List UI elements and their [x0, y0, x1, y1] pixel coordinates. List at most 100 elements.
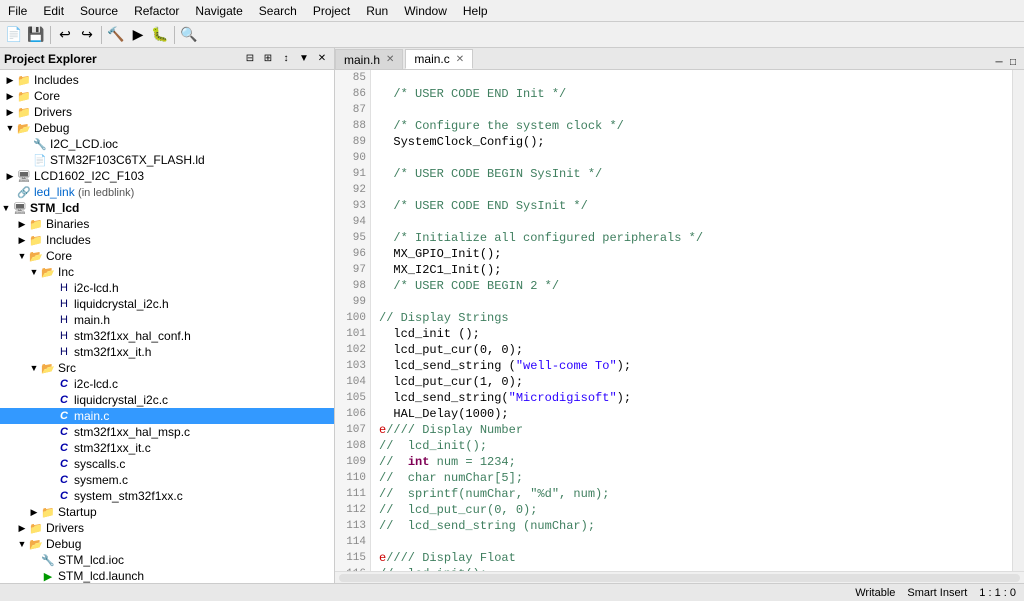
c-file-icon: C	[56, 473, 72, 487]
tab-main-c[interactable]: main.c ✕	[405, 49, 473, 69]
pe-sync-btn[interactable]: ↕	[278, 51, 294, 67]
tree-item-sysmem[interactable]: C sysmem.c	[0, 472, 334, 488]
search-toolbar-button[interactable]: 🔍	[179, 25, 199, 45]
folder-icon: 📁	[16, 89, 32, 103]
tab-maximize-btn[interactable]: □	[1006, 55, 1020, 69]
horizontal-scrollbar[interactable]	[339, 574, 1020, 582]
menu-project[interactable]: Project	[305, 2, 358, 20]
toggle-debug[interactable]: ▼	[4, 123, 16, 133]
tree-item-src[interactable]: ▼ 📂 Src	[0, 360, 334, 376]
code-content[interactable]: /* USER CODE END Init */ /* Configure th…	[371, 70, 1012, 571]
pe-collapse-btn[interactable]: ⊟	[242, 51, 258, 67]
menu-navigate[interactable]: Navigate	[187, 2, 250, 20]
menu-window[interactable]: Window	[396, 2, 455, 20]
tree-item-drivers2[interactable]: ▶ 📁 Drivers	[0, 520, 334, 536]
toggle-includes2[interactable]: ▶	[16, 235, 28, 246]
tree-label-system-stm: system_stm32f1xx.c	[74, 489, 183, 503]
c-file-icon: C	[56, 393, 72, 407]
toggle-inc[interactable]: ▼	[28, 267, 40, 277]
tree-item-i2c-lcd-c[interactable]: C i2c-lcd.c	[0, 376, 334, 392]
tree-item-stm32f1xx-it-h[interactable]: H stm32f1xx_it.h	[0, 344, 334, 360]
tree-item-binaries[interactable]: ▶ 📁 Binaries	[0, 216, 334, 232]
code-editor[interactable]: 8586878889 9091929394 9596979899 1001011…	[335, 70, 1024, 571]
tree-item-stm-lcd-launch[interactable]: ▶ STM_lcd.launch	[0, 568, 334, 583]
code-line-93: /* USER CODE END SysInit */	[379, 198, 1004, 214]
tree-item-main-c[interactable]: C main.c	[0, 408, 334, 424]
menu-refactor[interactable]: Refactor	[126, 2, 187, 20]
redo-button[interactable]: ↪	[77, 25, 97, 45]
tree-item-lcd1602[interactable]: ▶ 🖥 LCD1602_I2C_F103	[0, 168, 334, 184]
toggle-stm-lcd[interactable]: ▼	[0, 203, 12, 213]
save-button[interactable]: 💾	[26, 25, 46, 45]
toggle-lcd1602[interactable]: ▶	[4, 171, 16, 182]
code-line-112: // lcd_put_cur(0, 0);	[379, 502, 1004, 518]
tree-item-system-stm[interactable]: C system_stm32f1xx.c	[0, 488, 334, 504]
toggle-startup[interactable]: ▶	[28, 507, 40, 518]
code-line-110: // char numChar[5];	[379, 470, 1004, 486]
tab-main-c-close[interactable]: ✕	[456, 54, 464, 65]
tree-label-stm32f1xx-it-h: stm32f1xx_it.h	[74, 345, 151, 359]
toggle-drivers[interactable]: ▶	[4, 107, 16, 118]
file-icon: 🔧	[32, 137, 48, 151]
menu-help[interactable]: Help	[455, 2, 496, 20]
toggle-binaries[interactable]: ▶	[16, 219, 28, 230]
pe-menu-btn[interactable]: ▼	[296, 51, 312, 67]
toggle-drivers2[interactable]: ▶	[16, 523, 28, 534]
tree-item-syscalls[interactable]: C syscalls.c	[0, 456, 334, 472]
folder-open-icon: 📂	[28, 537, 44, 551]
menu-run[interactable]: Run	[358, 2, 396, 20]
tab-main-h[interactable]: main.h ✕	[335, 49, 403, 69]
tree-item-i2c-lcd-ioc[interactable]: 🔧 I2C_LCD.ioc	[0, 136, 334, 152]
tree-item-stm-lcd[interactable]: ▼ 🖥 STM_lcd	[0, 200, 334, 216]
pe-filter-btn[interactable]: ⊞	[260, 51, 276, 67]
tree-item-includes[interactable]: ▶ 📁 Includes	[0, 72, 334, 88]
toggle-src[interactable]: ▼	[28, 363, 40, 373]
tree-item-led-link[interactable]: 🔗 led_link (in ledblink)	[0, 184, 334, 200]
tree-item-stm32f1xx-it-c[interactable]: C stm32f1xx_it.c	[0, 440, 334, 456]
menu-search[interactable]: Search	[251, 2, 305, 20]
menu-file[interactable]: File	[0, 2, 35, 20]
build-button[interactable]: 🔨	[106, 25, 126, 45]
toggle-debug2[interactable]: ▼	[16, 539, 28, 549]
tree-item-stm-flash[interactable]: 📄 STM32F103C6TX_FLASH.ld	[0, 152, 334, 168]
tree-item-core-top[interactable]: ▶ 📁 Core	[0, 88, 334, 104]
tree-item-liquidcrystal-h[interactable]: H liquidcrystal_i2c.h	[0, 296, 334, 312]
undo-button[interactable]: ↩	[55, 25, 75, 45]
tree-label-stm-lcd-ioc: STM_lcd.ioc	[58, 553, 124, 567]
new-button[interactable]: 📄	[4, 25, 24, 45]
tree-item-drivers[interactable]: ▶ 📁 Drivers	[0, 104, 334, 120]
debug-button[interactable]: 🐛	[150, 25, 170, 45]
toggle-core[interactable]: ▼	[16, 251, 28, 261]
tree-item-includes2[interactable]: ▶ 📁 Includes	[0, 232, 334, 248]
header-file-icon: H	[56, 345, 72, 359]
pe-close-btn[interactable]: ✕	[314, 51, 330, 67]
tree-item-liquidcrystal-c[interactable]: C liquidcrystal_i2c.c	[0, 392, 334, 408]
tree-label-stm-lcd: STM_lcd	[30, 201, 79, 215]
tree-item-core[interactable]: ▼ 📂 Core	[0, 248, 334, 264]
folder-open-icon: 📂	[16, 121, 32, 135]
vertical-scrollbar[interactable]	[1012, 70, 1024, 571]
tree-item-debug[interactable]: ▼ 📂 Debug	[0, 120, 334, 136]
tree-item-main-h[interactable]: H main.h	[0, 312, 334, 328]
tree-item-startup[interactable]: ▶ 📁 Startup	[0, 504, 334, 520]
tab-main-h-close[interactable]: ✕	[386, 54, 394, 65]
tree-item-debug2[interactable]: ▼ 📂 Debug	[0, 536, 334, 552]
tab-minimize-btn[interactable]: ─	[992, 55, 1006, 69]
code-line-108: // lcd_init();	[379, 438, 1004, 454]
menu-edit[interactable]: Edit	[35, 2, 72, 20]
toggle-core-top[interactable]: ▶	[4, 91, 16, 102]
tree-item-stm-lcd-ioc[interactable]: 🔧 STM_lcd.ioc	[0, 552, 334, 568]
tree-label-stm-flash: STM32F103C6TX_FLASH.ld	[50, 153, 205, 167]
tree-label-startup: Startup	[58, 505, 97, 519]
menu-source[interactable]: Source	[72, 2, 126, 20]
status-smart-insert: Smart Insert	[907, 587, 967, 599]
run-button[interactable]: ▶	[128, 25, 148, 45]
tree-item-stm32f1xx-conf-h[interactable]: H stm32f1xx_hal_conf.h	[0, 328, 334, 344]
code-line-96: MX_GPIO_Init();	[379, 246, 1004, 262]
folder-icon: 📁	[40, 505, 56, 519]
c-file-icon: C	[56, 425, 72, 439]
tree-item-inc[interactable]: ▼ 📂 Inc	[0, 264, 334, 280]
toggle-includes[interactable]: ▶	[4, 75, 16, 86]
tree-item-i2c-lcd-h[interactable]: H i2c-lcd.h	[0, 280, 334, 296]
tree-item-hal-msp[interactable]: C stm32f1xx_hal_msp.c	[0, 424, 334, 440]
